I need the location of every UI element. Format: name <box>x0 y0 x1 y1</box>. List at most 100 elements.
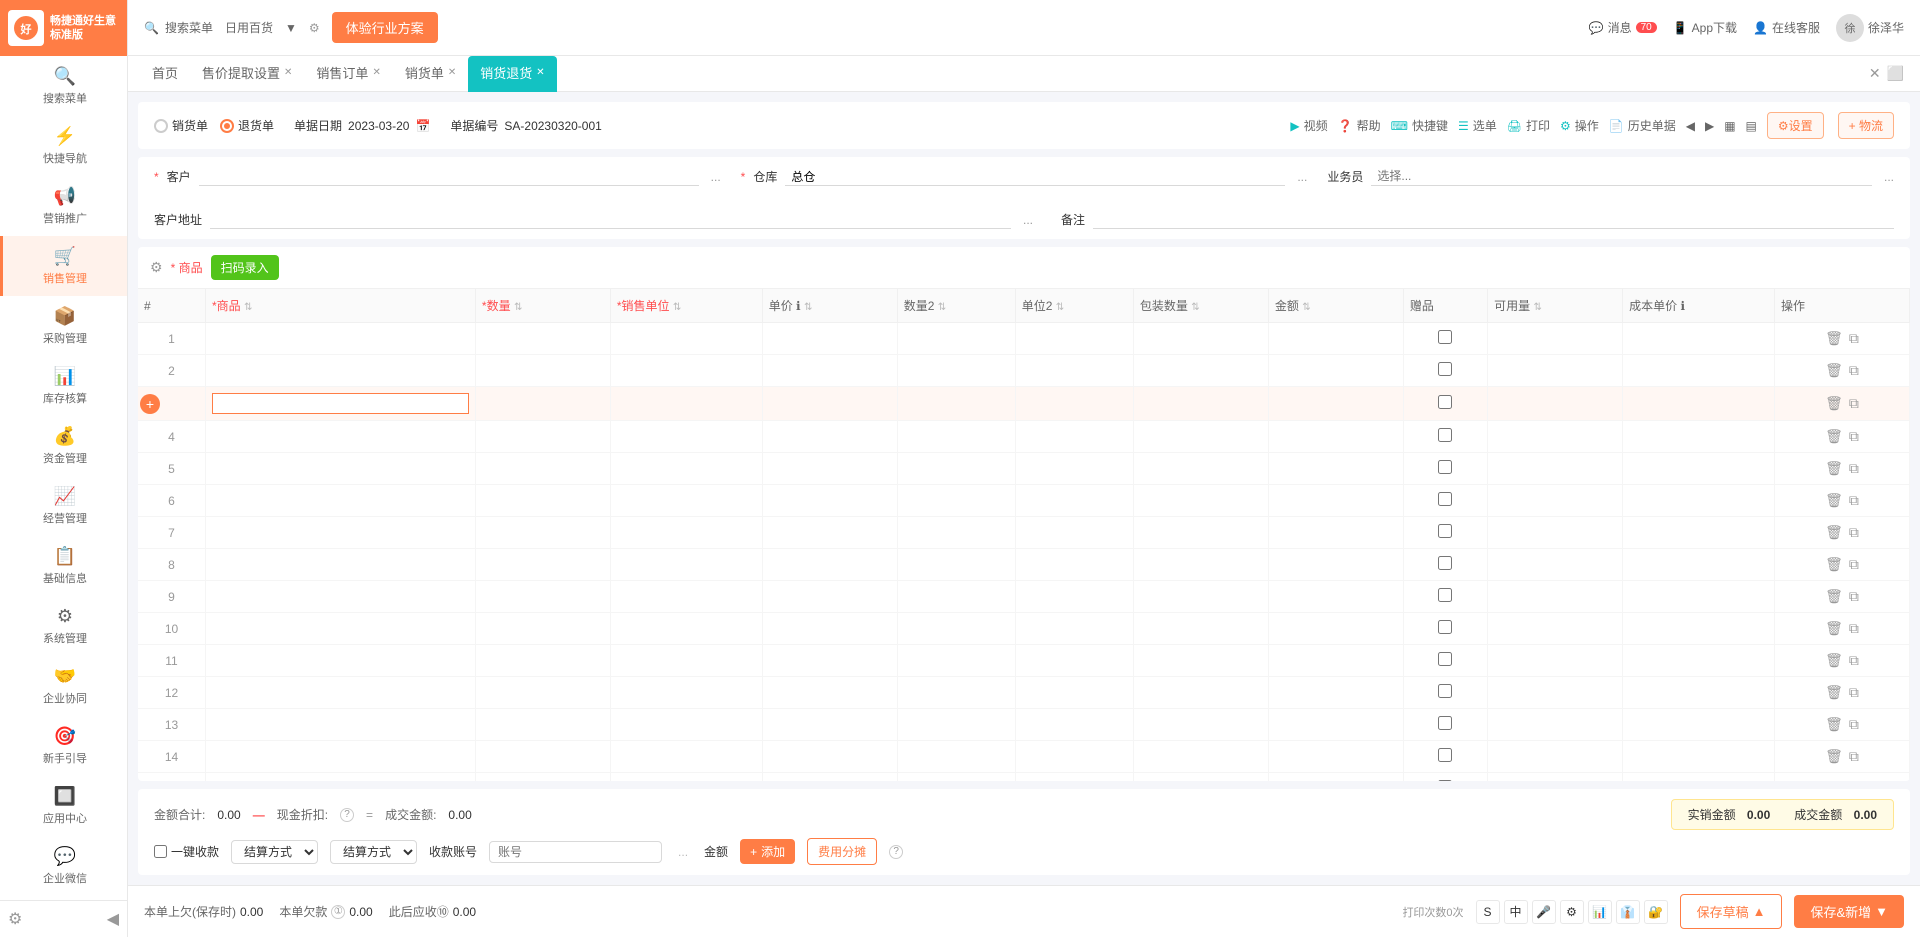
delete-row-btn[interactable]: 🗑 <box>1825 716 1843 733</box>
select-order-btn[interactable]: ☰ 选单 <box>1458 117 1497 134</box>
gift-checkbox[interactable] <box>1438 620 1452 634</box>
sort-pack-icon[interactable]: ⇅ <box>1191 302 1199 313</box>
copy-row-btn[interactable]: ⧉ <box>1849 330 1859 347</box>
toolbar-icon-7[interactable]: 🔐 <box>1644 900 1668 924</box>
available-cell[interactable] <box>1488 323 1623 355</box>
price-cell[interactable] <box>762 355 897 387</box>
pack-cell[interactable] <box>1133 323 1268 355</box>
unit-cell[interactable] <box>610 323 762 355</box>
toolbar-icon-1[interactable]: S <box>1476 900 1500 924</box>
sidebar-item-search[interactable]: 🔍 搜索菜单 <box>0 56 127 116</box>
tab-sales-order[interactable]: 销售订单 ✕ <box>304 56 392 92</box>
sidebar-item-system[interactable]: ⚙ 系统管理 <box>0 596 127 656</box>
tab-sales-close[interactable]: ✕ <box>448 67 456 78</box>
delete-row-btn[interactable]: 🗑 <box>1825 748 1843 765</box>
sidebar-item-collab[interactable]: 🤝 企业协同 <box>0 656 127 716</box>
sort-unit2-icon[interactable]: ⇅ <box>1056 302 1064 313</box>
next-btn[interactable]: ▶ <box>1705 119 1714 133</box>
table-config-icon[interactable]: ⚙ <box>150 259 163 276</box>
warehouse-dots[interactable]: ... <box>1297 170 1307 184</box>
sidebar-collapse-btn[interactable]: ◀ <box>107 909 119 929</box>
gift-checkbox[interactable] <box>1438 748 1452 762</box>
history-btn[interactable]: 📄 历史单据 <box>1609 117 1676 134</box>
card-view-btn[interactable]: ▤ <box>1746 119 1757 133</box>
gift-checkbox[interactable] <box>1438 330 1452 344</box>
gear-icon[interactable]: ⚙ <box>309 21 320 35</box>
amount-cell[interactable] <box>1268 323 1403 355</box>
gift-checkbox[interactable] <box>1438 588 1452 602</box>
radio-sale[interactable]: 销货单 <box>154 117 208 134</box>
gift-checkbox[interactable] <box>1438 428 1452 442</box>
copy-row-btn[interactable]: ⧉ <box>1849 524 1859 541</box>
gift-checkbox[interactable] <box>1438 780 1452 781</box>
qty2-cell[interactable] <box>897 387 1015 421</box>
cost-price-cell[interactable] <box>1623 323 1775 355</box>
tab-price-settings-close[interactable]: ✕ <box>284 67 292 78</box>
address-input[interactable] <box>210 210 1011 229</box>
sidebar-item-wechat[interactable]: 💬 企业微信 <box>0 836 127 896</box>
amount-cell[interactable] <box>1268 355 1403 387</box>
sidebar-item-shortcut[interactable]: ⚡ 快捷导航 <box>0 116 127 176</box>
warehouse-input[interactable] <box>785 167 1285 186</box>
settings-btn[interactable]: ⚙设置 <box>1767 112 1824 139</box>
toolbar-icon-4[interactable]: ⚙ <box>1560 900 1584 924</box>
app-download-btn[interactable]: 📱 App下载 <box>1673 19 1737 36</box>
copy-row-btn[interactable]: ⧉ <box>1849 652 1859 669</box>
tab-sales-order-close[interactable]: ✕ <box>372 67 380 78</box>
delete-row-btn[interactable]: 🗑 <box>1825 620 1843 637</box>
copy-row-btn[interactable]: ⧉ <box>1849 460 1859 477</box>
help-btn[interactable]: ❓ 帮助 <box>1338 117 1381 134</box>
salesperson-dots[interactable]: ... <box>1884 170 1894 184</box>
gift-checkbox[interactable] <box>1438 460 1452 474</box>
sidebar-item-apps[interactable]: 🔲 应用中心 <box>0 776 127 836</box>
sidebar-settings-btn[interactable]: ⚙ <box>8 909 22 929</box>
available-cell[interactable] <box>1488 355 1623 387</box>
sidebar-item-basics[interactable]: 📋 基础信息 <box>0 536 127 596</box>
copy-row-btn[interactable]: ⧉ <box>1849 716 1859 733</box>
delete-row-btn[interactable]: 🗑 <box>1825 556 1843 573</box>
toolbar-icon-3[interactable]: 🎤 <box>1532 900 1556 924</box>
customer-dots[interactable]: ... <box>711 170 721 184</box>
gift-checkbox[interactable] <box>1438 362 1452 376</box>
salesperson-input[interactable] <box>1371 167 1872 186</box>
toolbar-icon-5[interactable]: 📊 <box>1588 900 1612 924</box>
unit2-cell[interactable] <box>1015 387 1133 421</box>
user-profile[interactable]: 徐 徐泽华 <box>1836 14 1904 42</box>
shortcut-btn[interactable]: ⌨ 快捷键 <box>1391 117 1448 134</box>
copy-row-btn[interactable]: ⧉ <box>1849 684 1859 701</box>
close-window-btn[interactable]: ✕ <box>1869 65 1881 82</box>
address-dots[interactable]: ... <box>1023 213 1033 227</box>
header-search[interactable]: 🔍 搜索菜单 <box>144 19 213 36</box>
qty-cell[interactable] <box>475 355 610 387</box>
sidebar-item-operations[interactable]: 📈 经营管理 <box>0 476 127 536</box>
sidebar-item-finance[interactable]: 💰 资金管理 <box>0 416 127 476</box>
sidebar-item-purchase[interactable]: 📦 采购管理 <box>0 296 127 356</box>
delete-row-btn[interactable]: 🗑 <box>1825 780 1843 781</box>
add-row-btn[interactable]: + <box>140 394 160 414</box>
qty2-cell[interactable] <box>897 323 1015 355</box>
sort-goods-icon[interactable]: ⇅ <box>244 302 252 313</box>
sidebar-item-inventory[interactable]: 📊 库存核算 <box>0 356 127 416</box>
online-service-btn[interactable]: 👤 在线客服 <box>1753 19 1820 36</box>
copy-row-btn[interactable]: ⧉ <box>1849 492 1859 509</box>
qty-cell[interactable] <box>475 323 610 355</box>
settlement-select[interactable]: 结算方式 <box>231 840 318 864</box>
operate-btn[interactable]: ⚙ 操作 <box>1560 117 1599 134</box>
remark-input[interactable] <box>1093 210 1894 229</box>
pack-cell[interactable] <box>1133 355 1268 387</box>
maximize-window-btn[interactable]: ⬜ <box>1887 65 1904 82</box>
unit-cell[interactable] <box>610 387 762 421</box>
video-btn[interactable]: ▶ 视频 <box>1290 117 1327 134</box>
tab-sales[interactable]: 销货单 ✕ <box>393 56 468 92</box>
copy-row-btn[interactable]: ⧉ <box>1849 620 1859 637</box>
daily-goods-nav[interactable]: 日用百货 ▼ <box>225 19 297 36</box>
account-select[interactable]: 结算方式 <box>330 840 417 864</box>
copy-row-btn[interactable]: ⧉ <box>1849 395 1859 412</box>
goods-cell[interactable] <box>205 323 475 355</box>
split-help-icon[interactable]: ? <box>889 845 903 859</box>
gift-checkbox[interactable] <box>1438 395 1452 409</box>
tab-price-settings[interactable]: 售价提取设置 ✕ <box>190 56 304 92</box>
sort-price-icon[interactable]: ⇅ <box>804 302 812 313</box>
gift-checkbox[interactable] <box>1438 652 1452 666</box>
sidebar-item-sales[interactable]: 🛒 销售管理 <box>0 236 127 296</box>
